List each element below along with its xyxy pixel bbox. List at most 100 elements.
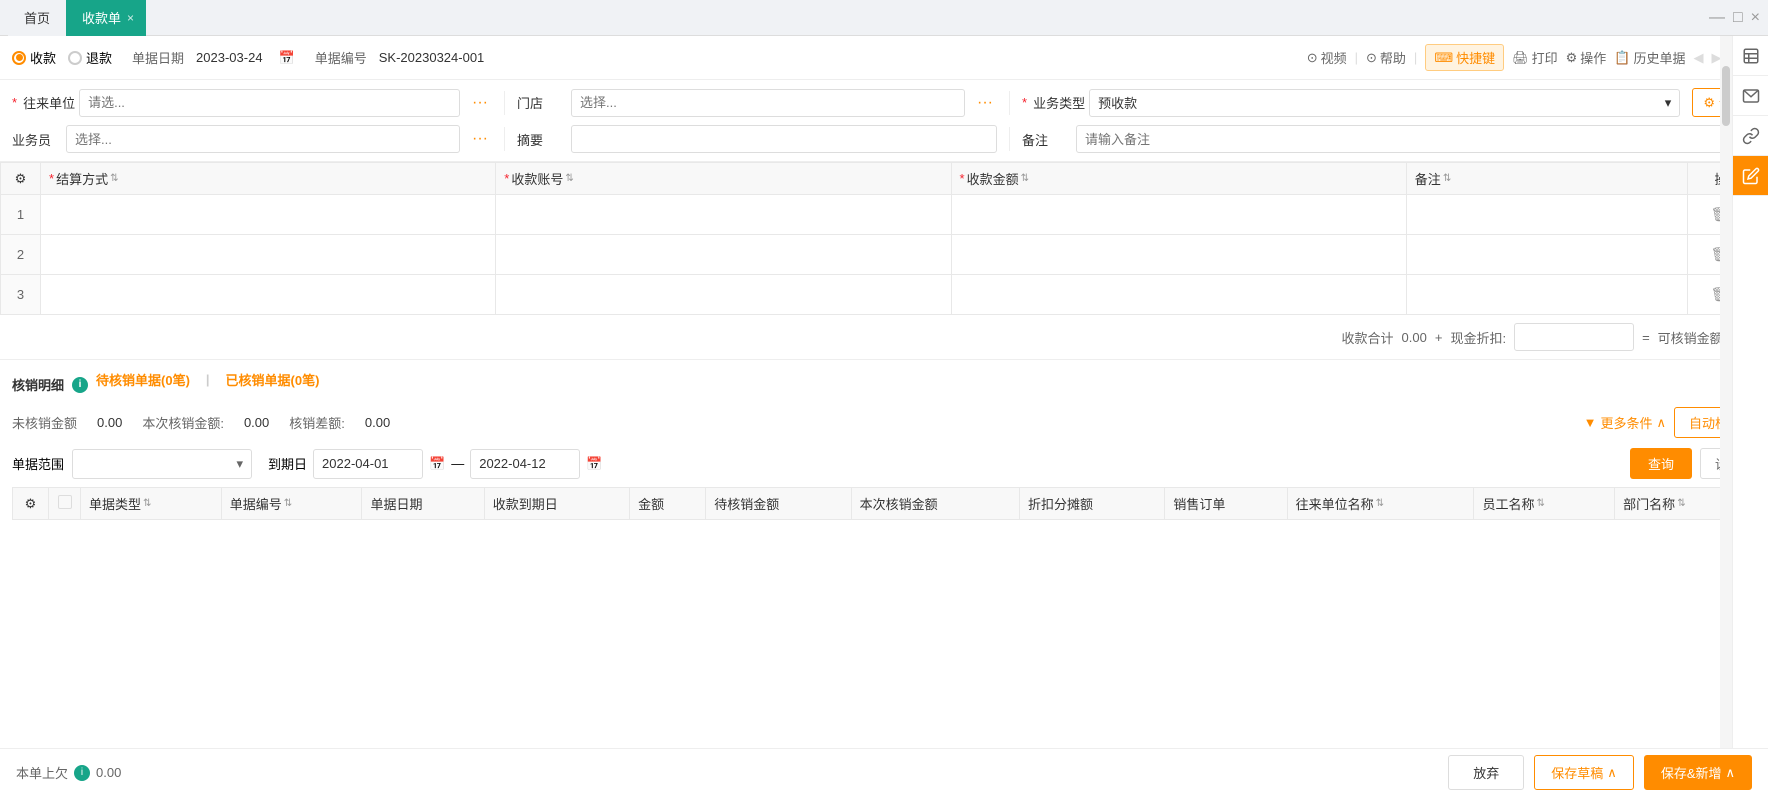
discount-input[interactable] [1514,323,1634,351]
footer-left: 本单上欠 i 0.00 [16,763,121,782]
row-remark-3[interactable] [1406,275,1687,315]
counterparty-more-btn[interactable]: ··· [468,94,492,112]
row-account-3[interactable] [496,275,951,315]
staff-more-btn[interactable]: ··· [468,130,492,148]
header-checkbox[interactable] [58,495,72,509]
table-header-row: ⚙ * 结算方式 ⇅ * 收款账号 ⇅ [1,163,1768,195]
sort-icon-cp[interactable]: ⇅ [1376,498,1384,509]
table-row: 2 🗑 ⧉ [1,235,1768,275]
date-from-input[interactable] [313,449,423,479]
number-label: 单据编号 [315,48,367,67]
staff-field: 业务员 ··· [12,125,492,153]
history-btn[interactable]: 📋 历史单据 [1614,48,1685,67]
form-row-2: 业务员 ··· 摘要 备注 [12,125,1756,153]
window-maximize-icon[interactable]: □ [1733,9,1743,27]
diff-value: 0.00 [365,415,390,430]
store-input[interactable] [571,89,965,117]
uncancelled-label: 未核销金额 [12,413,77,432]
scrollbar-thumb[interactable] [1722,66,1730,126]
window-minimize-icon[interactable]: — [1709,9,1725,27]
sort-icon-type[interactable]: ⇅ [143,498,151,509]
diff-label: 核销差额: [289,413,345,432]
sort-icon-settlement[interactable]: ⇅ [110,173,118,184]
info-icon[interactable]: i [72,377,88,393]
staff-input[interactable] [66,125,460,153]
radio-receive[interactable]: 收款 [12,48,56,67]
pending-tab[interactable]: 待核销单据(0笔) [96,370,190,389]
btype-select[interactable]: 预收款 ▾ [1089,89,1680,117]
radio-refund[interactable]: 退款 [68,48,112,67]
radio-receive-dot [12,51,26,65]
sidebar-table-icon[interactable] [1733,36,1768,76]
done-tab[interactable]: 已核销单据(0笔) [226,370,320,389]
bth-current: 本次核销金额 [851,488,1019,520]
row-settlement-1[interactable] [41,195,496,235]
info-icon2[interactable]: i [74,765,90,781]
scrollbar[interactable] [1720,36,1732,748]
row-account-2[interactable] [496,235,951,275]
row-remark-2[interactable] [1406,235,1687,275]
sidebar-link-icon[interactable] [1733,116,1768,156]
th-gear[interactable]: ⚙ [1,163,41,195]
abandon-btn[interactable]: 放弃 [1448,755,1524,790]
stats-row: 未核销金额 0.00 本次核销金额: 0.00 核销差额: 0.00 ▼ 更多条… [12,407,1756,438]
summary-input[interactable] [571,125,997,153]
form-section: * 往来单位 ··· 门店 ··· * 业务类型 预收款 ▾ [0,80,1768,162]
current-value: 0.00 [244,415,269,430]
row-settlement-2[interactable] [41,235,496,275]
store-more-btn[interactable]: ··· [973,94,997,112]
plus-sign: + [1435,330,1443,345]
print-btn[interactable]: 🖨 打印 [1512,48,1558,67]
query-btn[interactable]: 查询 [1630,448,1692,479]
counterparty-input[interactable] [79,89,460,117]
sidebar-email-icon[interactable] [1733,76,1768,116]
sort-icon-remark[interactable]: ⇅ [1443,173,1451,184]
sort-icon-account[interactable]: ⇅ [565,173,573,184]
save-new-btn[interactable]: 保存&新增 ∧ [1644,755,1752,790]
tab-active[interactable]: 收款单 × [66,0,146,36]
btype-label: 业务类型 [1033,93,1085,112]
operation-btn[interactable]: ⚙ 操作 [1566,48,1607,67]
bth-amount: 金额 [630,488,706,520]
calendar-icon2[interactable]: 📅 [429,456,445,472]
row-amount-3[interactable] [951,275,1406,315]
sort-icon-amount[interactable]: ⇅ [1021,173,1029,184]
calendar-icon[interactable]: 📅 [279,50,295,66]
window-close-icon[interactable]: × [1751,9,1760,27]
remark-input[interactable] [1076,125,1756,153]
shortcut-btn[interactable]: ⌨ 快捷键 [1425,44,1504,71]
date-to-input[interactable] [470,449,580,479]
amount-required: * [960,171,965,186]
tab-bar: 首页 收款单 × — □ × [0,0,1768,36]
calendar-icon3[interactable]: 📅 [586,456,602,472]
filter-row: 单据范围 ▾ 到期日 📅 — 📅 查询 设置 [12,448,1756,479]
range-select[interactable]: ▾ [72,449,252,479]
th-settlement: * 结算方式 ⇅ [41,163,496,195]
row-account-1[interactable] [496,195,951,235]
save-draft-btn[interactable]: 保存草稿 ∧ [1534,755,1634,790]
more-conditions-label: 更多条件 [1600,413,1652,432]
more-conditions-btn[interactable]: ▼ 更多条件 ∧ [1584,407,1666,438]
summary-field: 摘要 [517,125,997,153]
row-settlement-3[interactable] [41,275,496,315]
row-remark-1[interactable] [1406,195,1687,235]
tab-home[interactable]: 首页 [8,0,66,36]
sort-icon-number[interactable]: ⇅ [284,498,292,509]
tab-close-icon[interactable]: × [127,11,134,25]
main-content: 收款 退款 单据日期 2023-03-24 📅 单据编号 SK-20230324… [0,36,1768,796]
help-btn[interactable]: ⊙ 帮助 [1366,48,1406,67]
th-account-label: 收款账号 [511,169,563,188]
row-amount-2[interactable] [951,235,1406,275]
form-row-1: * 往来单位 ··· 门店 ··· * 业务类型 预收款 ▾ [12,88,1756,117]
bth-gear[interactable]: ⚙ [13,488,49,520]
sort-icon-staff[interactable]: ⇅ [1536,498,1544,509]
bth-pending: 待核销金额 [706,488,851,520]
remark-field: 备注 [1022,125,1756,153]
bth-check [49,488,81,520]
row-amount-1[interactable] [951,195,1406,235]
sidebar-edit-icon[interactable] [1733,156,1768,196]
store-field: 门店 ··· [517,89,997,117]
bottom-table-header: ⚙ 单据类型 ⇅ 单据编号 ⇅ [13,488,1756,520]
video-btn[interactable]: ⊙ 视频 [1307,48,1347,67]
sort-icon-dept[interactable]: ⇅ [1677,498,1685,509]
